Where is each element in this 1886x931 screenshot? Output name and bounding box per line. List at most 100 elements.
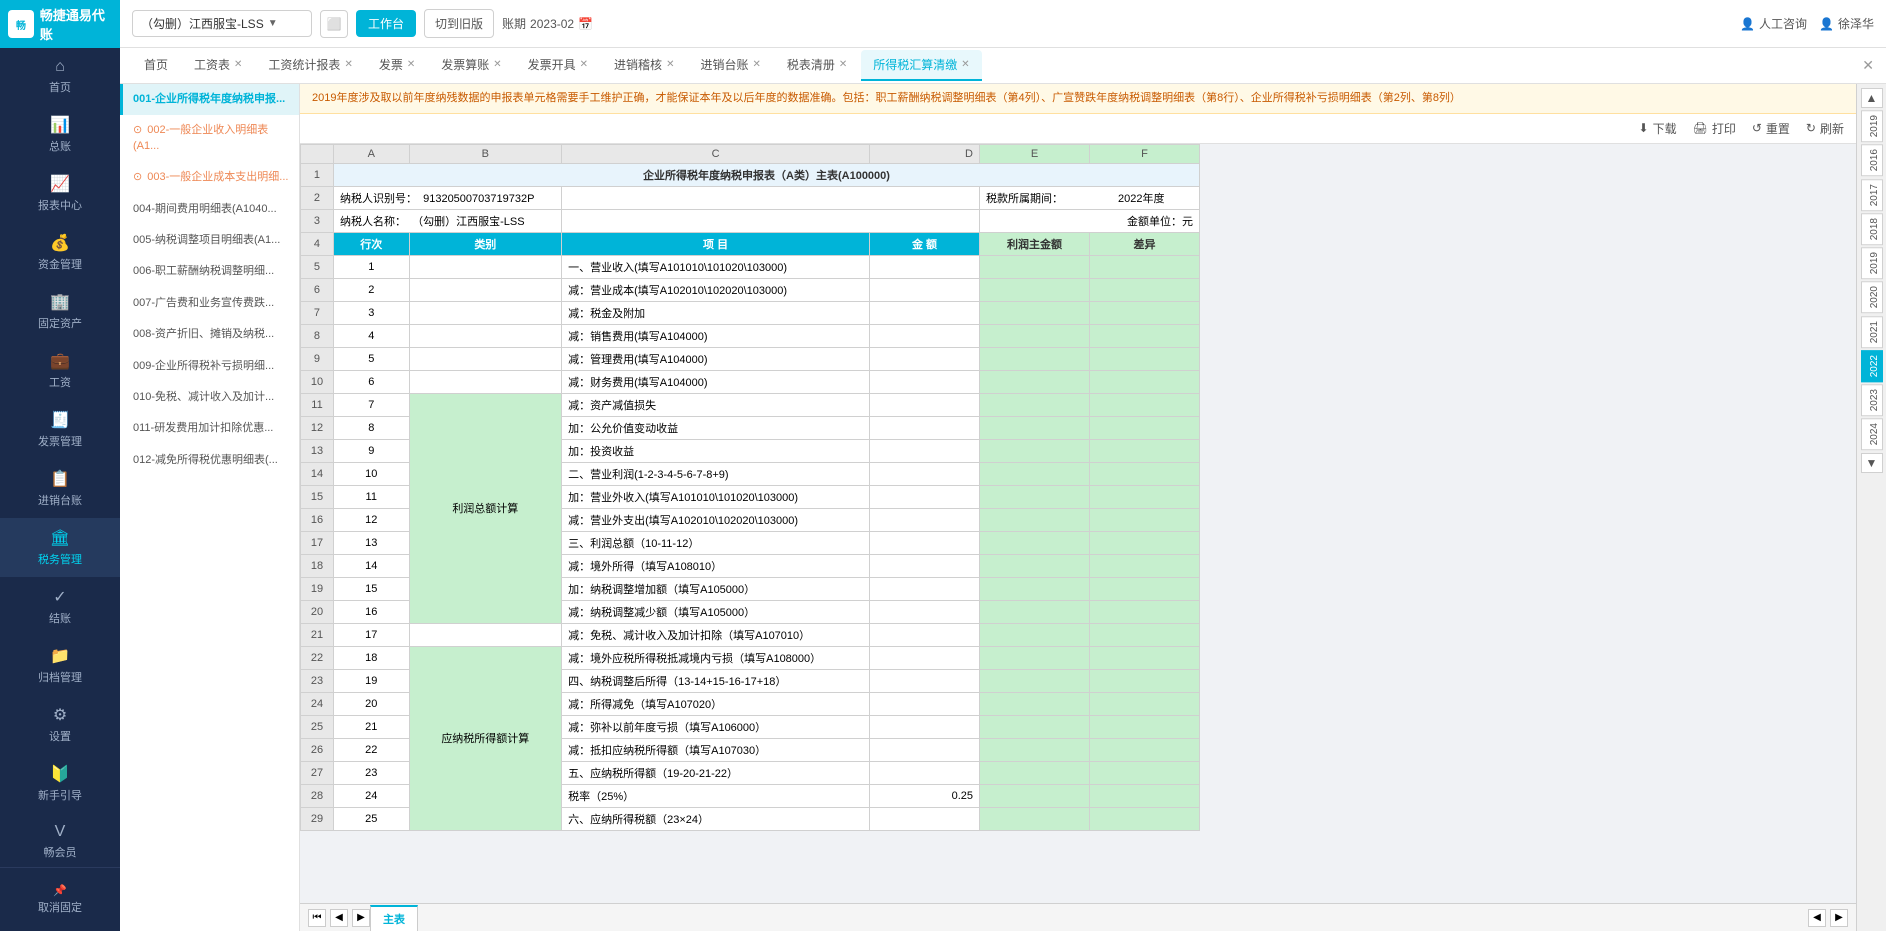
cell-e-25[interactable]: [980, 715, 1090, 738]
year-2018[interactable]: 2018: [1861, 213, 1883, 245]
cell-d-12[interactable]: [870, 416, 980, 439]
cell-f-9[interactable]: [1089, 347, 1199, 370]
cell-e-27[interactable]: [980, 761, 1090, 784]
sidebar-item-ledger[interactable]: 📊总账: [0, 105, 120, 164]
cell-b-7[interactable]: [409, 301, 562, 324]
year-2019[interactable]: 2019: [1861, 247, 1883, 279]
cell-a-29[interactable]: 25: [333, 807, 409, 830]
year-expand-down[interactable]: ▼: [1861, 453, 1883, 473]
tab-close-invoice-calc[interactable]: ✕: [493, 59, 501, 70]
panel-item-003[interactable]: ⊙ 003-一般企业成本支出明细...: [120, 162, 299, 193]
cell-d-13[interactable]: [870, 439, 980, 462]
cell-d-29[interactable]: [870, 807, 980, 830]
cell-a-16[interactable]: 12: [333, 508, 409, 531]
sidebar-item-guide[interactable]: 🔰新手引导: [0, 754, 120, 813]
cell-f-21[interactable]: [1089, 623, 1199, 646]
cell-a-27[interactable]: 23: [333, 761, 409, 784]
cell-e-9[interactable]: [980, 347, 1090, 370]
refresh-button[interactable]: ↻ 刷新: [1806, 120, 1844, 137]
tab-payroll-stats[interactable]: 工资统计报表✕: [256, 50, 364, 81]
year-2016[interactable]: 2016: [1861, 144, 1883, 176]
cell-a-24[interactable]: 20: [333, 692, 409, 715]
cell-b-9[interactable]: [409, 347, 562, 370]
cell-d-5[interactable]: [870, 255, 980, 278]
scroll-left-btn[interactable]: ◀: [1808, 909, 1826, 927]
cell-b-5[interactable]: [409, 255, 562, 278]
cell-f-20[interactable]: [1089, 600, 1199, 623]
cell-c-22[interactable]: 减：境外应税所得税抵减境内亏损（填写A108000）: [562, 646, 870, 669]
cell-a-6[interactable]: 2: [333, 278, 409, 301]
sheet-tab-main[interactable]: 主表: [370, 905, 418, 931]
cell-e-8[interactable]: [980, 324, 1090, 347]
scroll-right-btn[interactable]: ▶: [1830, 909, 1848, 927]
panel-item-004[interactable]: 004-期间费用明细表(A1040...: [120, 194, 299, 225]
cell-c-6[interactable]: 减：营业成本(填写A102010\102020\103000): [562, 278, 870, 301]
cell-e-22[interactable]: [980, 646, 1090, 669]
tab-invoice-calc[interactable]: 发票算账✕: [429, 50, 513, 81]
year-2017[interactable]: 2017: [1861, 179, 1883, 211]
cell-d-15[interactable]: [870, 485, 980, 508]
tab-close-payroll-stats[interactable]: ✕: [344, 59, 352, 70]
cell-f-25[interactable]: [1089, 715, 1199, 738]
cell-f-6[interactable]: [1089, 278, 1199, 301]
cell-b-8[interactable]: [409, 324, 562, 347]
cell-f-29[interactable]: [1089, 807, 1199, 830]
cell-e-14[interactable]: [980, 462, 1090, 485]
cell-f-11[interactable]: [1089, 393, 1199, 416]
switch-version-button[interactable]: 切到旧版: [424, 9, 494, 38]
cell-a-18[interactable]: 14: [333, 554, 409, 577]
cell-f-27[interactable]: [1089, 761, 1199, 784]
cell-f-5[interactable]: [1089, 255, 1199, 278]
cell-c-8[interactable]: 减：销售费用(填写A104000): [562, 324, 870, 347]
cell-a-9[interactable]: 5: [333, 347, 409, 370]
cell-a-11[interactable]: 7: [333, 393, 409, 416]
cell-d-23[interactable]: [870, 669, 980, 692]
reset-button[interactable]: ↺ 重置: [1752, 120, 1790, 137]
year-2020[interactable]: 2020: [1861, 281, 1883, 313]
sidebar-item-settings[interactable]: ⚙设置: [0, 695, 120, 754]
panel-item-001[interactable]: 001-企业所得税年度纳税申报...: [120, 84, 299, 115]
panel-item-011[interactable]: 011-研发费用加计扣除优惠...: [120, 413, 299, 444]
print-button[interactable]: 🖨 打印: [1693, 120, 1736, 137]
cell-e-12[interactable]: [980, 416, 1090, 439]
cell-f-14[interactable]: [1089, 462, 1199, 485]
tab-close-invoice-m[interactable]: ✕: [407, 59, 415, 70]
cell-f-22[interactable]: [1089, 646, 1199, 669]
sidebar-item-assets[interactable]: 🏢固定资产: [0, 282, 120, 341]
cell-f-16[interactable]: [1089, 508, 1199, 531]
cell-c-28[interactable]: 税率（25%）: [562, 784, 870, 807]
cell-d-11[interactable]: [870, 393, 980, 416]
cell-e-20[interactable]: [980, 600, 1090, 623]
year-2024[interactable]: 2024: [1861, 418, 1883, 450]
cell-d-27[interactable]: [870, 761, 980, 784]
cell-f-12[interactable]: [1089, 416, 1199, 439]
calendar-icon[interactable]: 📅: [578, 17, 593, 31]
tab-home[interactable]: 首页: [132, 50, 180, 81]
spreadsheet-body[interactable]: A B C D E F 1企业所得税年度纳税申报表（A类）主表(A100000)…: [300, 144, 1856, 904]
sheet-nav-next[interactable]: ▶: [352, 909, 370, 927]
year-2019-top[interactable]: 2019: [1861, 110, 1883, 142]
cell-e-18[interactable]: [980, 554, 1090, 577]
cell-f-7[interactable]: [1089, 301, 1199, 324]
cell-e-13[interactable]: [980, 439, 1090, 462]
cell-a-5[interactable]: 1: [333, 255, 409, 278]
sidebar-item-sales[interactable]: 📋进销台账: [0, 459, 120, 518]
user-profile[interactable]: 👤 徐泽华: [1819, 15, 1874, 32]
cell-a-19[interactable]: 15: [333, 577, 409, 600]
cell-b-21[interactable]: [409, 623, 562, 646]
cell-e-5[interactable]: [980, 255, 1090, 278]
cell-a-25[interactable]: 21: [333, 715, 409, 738]
cell-f-26[interactable]: [1089, 738, 1199, 761]
sidebar-item-report[interactable]: 📈报表中心: [0, 164, 120, 223]
cell-c-20[interactable]: 减：纳税调整减少额（填写A105000）: [562, 600, 870, 623]
cell-f-24[interactable]: [1089, 692, 1199, 715]
cell-e-29[interactable]: [980, 807, 1090, 830]
cell-e-23[interactable]: [980, 669, 1090, 692]
cell-d-19[interactable]: [870, 577, 980, 600]
download-button[interactable]: ⬇ 下载: [1639, 120, 1677, 137]
cell-c-19[interactable]: 加：纳税调整增加额（填写A105000）: [562, 577, 870, 600]
cell-a-14[interactable]: 10: [333, 462, 409, 485]
cell-a-13[interactable]: 9: [333, 439, 409, 462]
panel-item-007[interactable]: 007-广告费和业务宣传费跌...: [120, 288, 299, 319]
cell-e-19[interactable]: [980, 577, 1090, 600]
